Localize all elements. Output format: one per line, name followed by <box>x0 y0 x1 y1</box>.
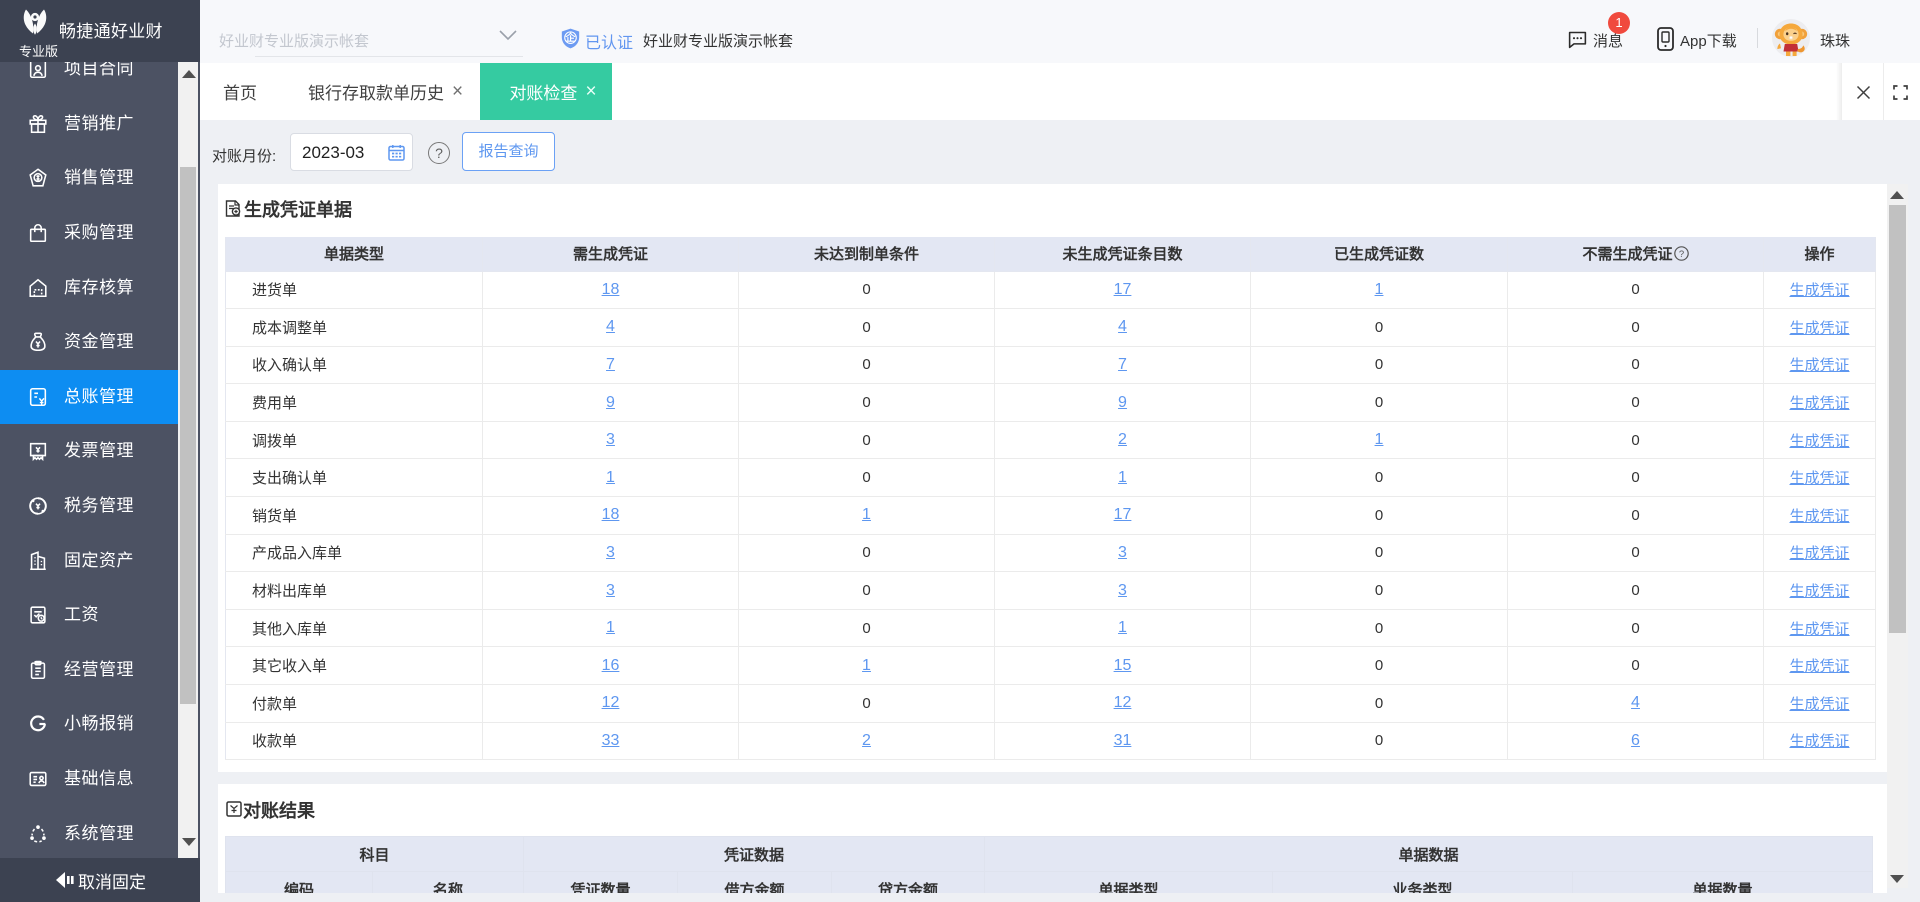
svg-text:?: ? <box>1678 249 1683 260</box>
svg-text:企: 企 <box>565 31 577 44</box>
